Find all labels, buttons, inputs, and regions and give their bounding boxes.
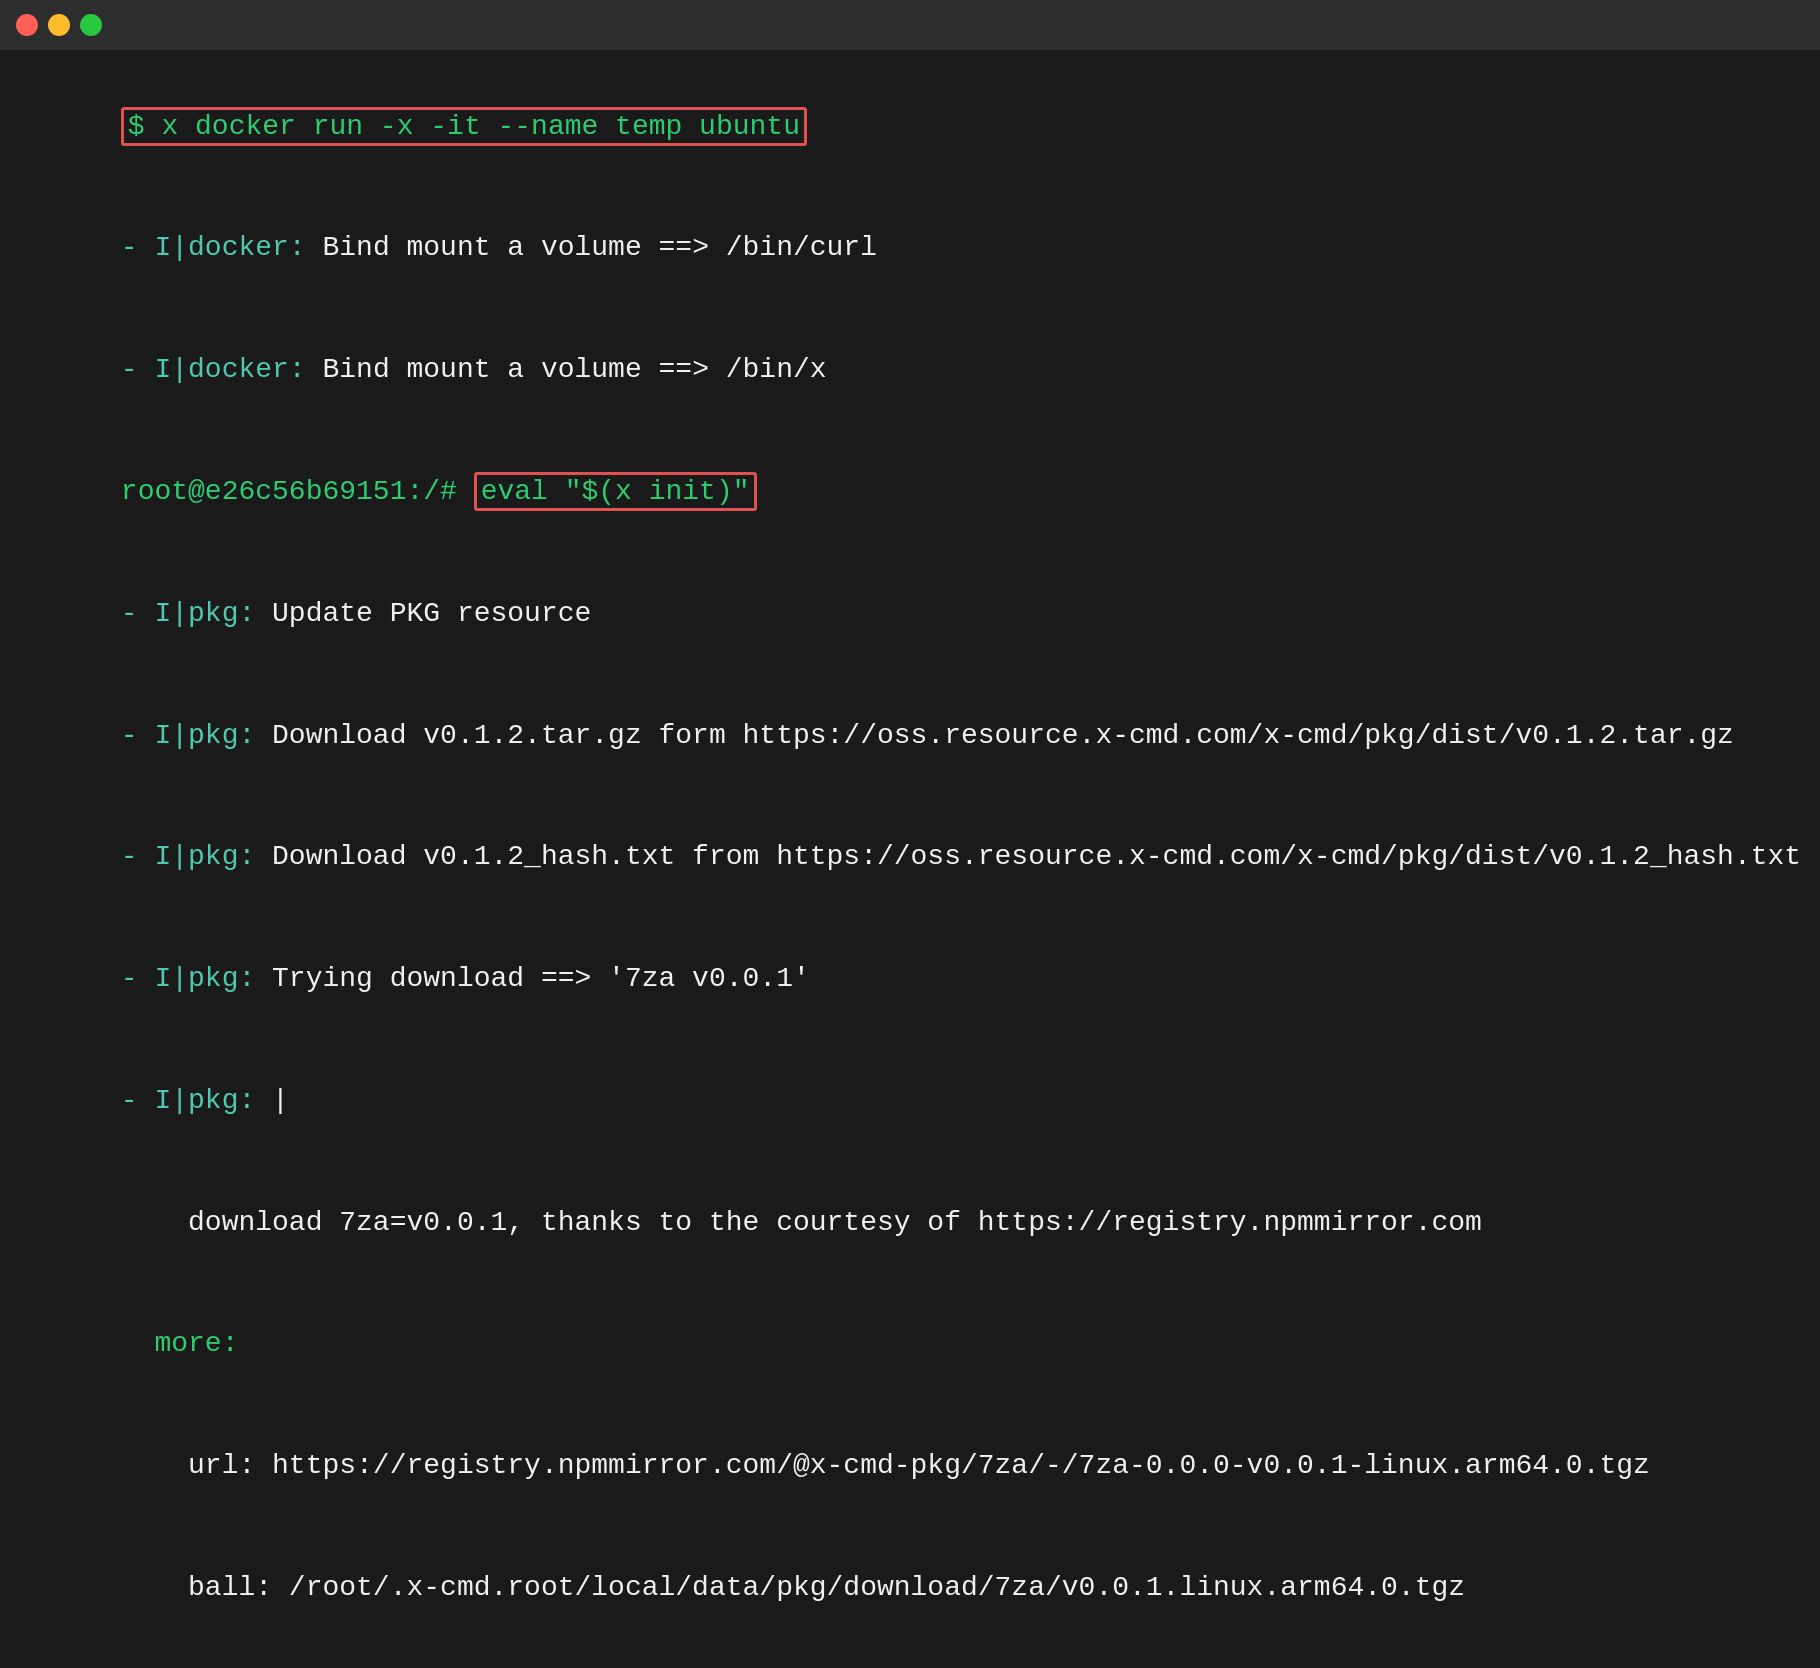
more-content: ball: /root/.x-cmd.root/local/data/pkg/d… [121, 1572, 1465, 1603]
minimize-button[interactable] [48, 14, 70, 36]
title-bar [0, 0, 1820, 50]
info-prefix: - I|docker: [121, 232, 306, 263]
terminal-line: - I|pkg: Download v0.1.2.tar.gz form htt… [20, 675, 1800, 797]
terminal-line: - I|docker: Bind mount a volume ==> /bin… [20, 188, 1800, 310]
close-button[interactable] [16, 14, 38, 36]
info-prefix: - I|pkg: [121, 598, 255, 629]
eval-command: eval "$(x init)" [474, 472, 757, 511]
terminal-line: - I|pkg: Update PKG resource [20, 553, 1800, 675]
terminal-line: root@e26c56b69151:/# eval "$(x init)" [20, 431, 1800, 553]
terminal-content: $ x docker run -x -it --name temp ubuntu… [0, 50, 1820, 1668]
terminal-line: ball: /root/.x-cmd.root/local/data/pkg/d… [20, 1527, 1800, 1649]
terminal-line: - I|pkg: Download v0.1.2_hash.txt from h… [20, 797, 1800, 919]
terminal-line: $ x docker run -x -it --name temp ubuntu [20, 66, 1800, 188]
terminal-line: - I|docker: Bind mount a volume ==> /bin… [20, 310, 1800, 432]
more-label: more: [121, 1328, 239, 1359]
info-text: download 7za=v0.0.1, thanks to the court… [121, 1207, 1482, 1238]
info-text: | [255, 1085, 289, 1116]
info-text: Update PKG resource [255, 598, 591, 629]
maximize-button[interactable] [80, 14, 102, 36]
more-content: url: https://registry.npmmirror.com/@x-c… [121, 1450, 1650, 1481]
info-prefix: - I|pkg: [121, 720, 255, 751]
info-prefix: - I|pkg: [121, 1085, 255, 1116]
terminal-window: $ x docker run -x -it --name temp ubuntu… [0, 0, 1820, 1668]
info-text: Bind mount a volume ==> /bin/x [306, 354, 827, 385]
prompt-text: root@e26c56b69151:/# [121, 476, 474, 507]
info-prefix: - I|docker: [121, 354, 306, 385]
terminal-line: - I|pkg: | [20, 1040, 1800, 1162]
terminal-line: download 7za=v0.0.1, thanks to the court… [20, 1162, 1800, 1284]
info-prefix: - I|pkg: [121, 963, 255, 994]
command-highlight: $ x docker run -x -it --name temp ubuntu [121, 107, 807, 146]
terminal-line: name: 7za [20, 1649, 1800, 1668]
terminal-line: more: [20, 1284, 1800, 1406]
info-text: Trying download ==> '7za v0.0.1' [255, 963, 810, 994]
info-text: Download v0.1.2_hash.txt from https://os… [255, 841, 1801, 872]
info-text: Bind mount a volume ==> /bin/curl [306, 232, 877, 263]
terminal-line: - I|pkg: Trying download ==> '7za v0.0.1… [20, 918, 1800, 1040]
info-text: Download v0.1.2.tar.gz form https://oss.… [255, 720, 1734, 751]
terminal-line: url: https://registry.npmmirror.com/@x-c… [20, 1406, 1800, 1528]
info-prefix: - I|pkg: [121, 841, 255, 872]
